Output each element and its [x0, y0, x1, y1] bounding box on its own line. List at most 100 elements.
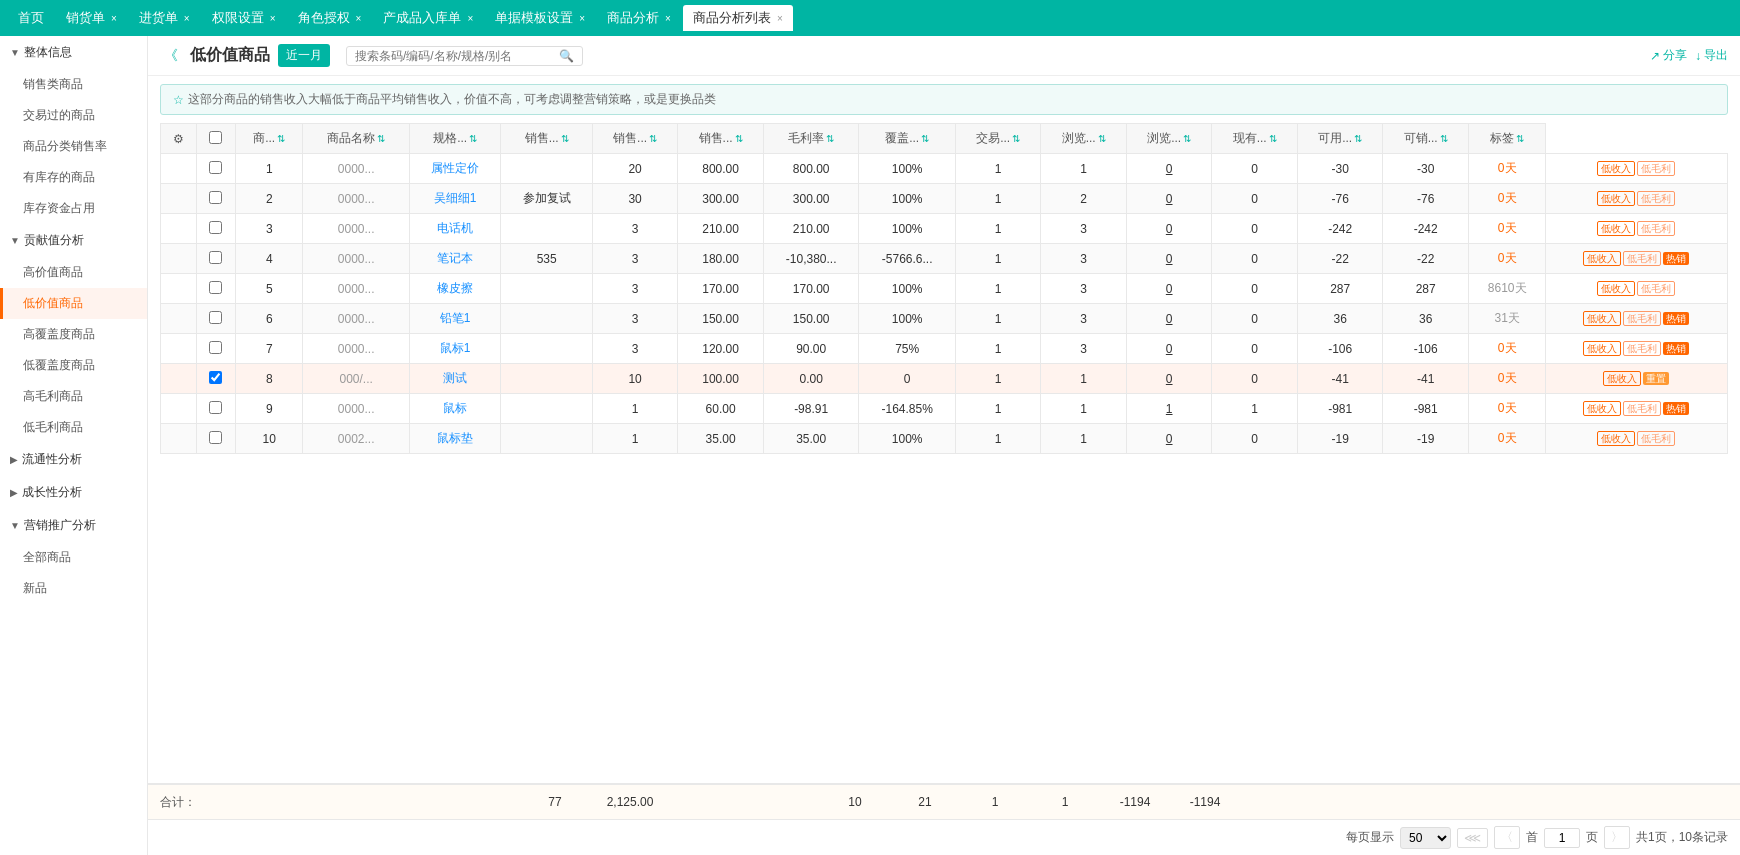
- col-tags[interactable]: 标签⇅: [1468, 124, 1546, 154]
- row-name[interactable]: 橡皮擦: [409, 274, 500, 304]
- sidebar-item-low-coverage[interactable]: 低覆盖度商品: [0, 350, 147, 381]
- checkbox-cell[interactable]: [196, 304, 235, 334]
- checkbox-cell[interactable]: [196, 214, 235, 244]
- sidebar-item-high-margin[interactable]: 高毛利商品: [0, 381, 147, 412]
- checkbox-cell[interactable]: [196, 244, 235, 274]
- sidebar-item-category-sales-rate[interactable]: 商品分类销售率: [0, 131, 147, 162]
- sidebar-item-stocked-products[interactable]: 有库存的商品: [0, 162, 147, 193]
- next-page-button[interactable]: 〉: [1604, 826, 1630, 849]
- sidebar-item-low-value[interactable]: 低价值商品: [0, 288, 147, 319]
- sidebar-item-inventory-capital[interactable]: 库存资金占用: [0, 193, 147, 224]
- per-page-select[interactable]: 50 100 200: [1400, 827, 1451, 849]
- row-view1[interactable]: 0: [1126, 244, 1212, 274]
- sidebar-item-high-coverage[interactable]: 高覆盖度商品: [0, 319, 147, 350]
- sidebar-group-overall[interactable]: ▼ 整体信息: [0, 36, 147, 69]
- col-saleable[interactable]: 可销...⇅: [1383, 124, 1469, 154]
- row-view1[interactable]: 0: [1126, 154, 1212, 184]
- checkbox-cell[interactable]: [196, 364, 235, 394]
- row-view1[interactable]: 1: [1126, 394, 1212, 424]
- row-checkbox[interactable]: [209, 161, 222, 174]
- col-available[interactable]: 可用...⇅: [1297, 124, 1383, 154]
- row-name[interactable]: 鼠标垫: [409, 424, 500, 454]
- row-checkbox[interactable]: [209, 281, 222, 294]
- view-count-link[interactable]: 0: [1166, 162, 1173, 176]
- first-page-button[interactable]: ⋘: [1457, 828, 1488, 848]
- view-count-link[interactable]: 0: [1166, 252, 1173, 266]
- row-checkbox[interactable]: [209, 341, 222, 354]
- close-icon[interactable]: ×: [270, 13, 276, 24]
- nav-role-auth[interactable]: 角色授权 ×: [288, 5, 372, 31]
- view-count-link[interactable]: 0: [1166, 312, 1173, 326]
- sidebar-item-high-value[interactable]: 高价值商品: [0, 257, 147, 288]
- close-icon[interactable]: ×: [184, 13, 190, 24]
- col-sales-amount[interactable]: 销售...⇅: [678, 124, 764, 154]
- row-name[interactable]: 鼠标1: [409, 334, 500, 364]
- row-name[interactable]: 测试: [409, 364, 500, 394]
- sidebar-group-marketing[interactable]: ▼ 营销推广分析: [0, 509, 147, 542]
- checkbox-cell[interactable]: [196, 274, 235, 304]
- export-button[interactable]: ↓ 导出: [1695, 47, 1728, 64]
- row-view1[interactable]: 0: [1126, 334, 1212, 364]
- checkbox-cell[interactable]: [196, 154, 235, 184]
- sidebar-item-low-margin[interactable]: 低毛利商品: [0, 412, 147, 443]
- col-view1[interactable]: 浏览...⇅: [1041, 124, 1127, 154]
- row-view1[interactable]: 0: [1126, 304, 1212, 334]
- row-checkbox[interactable]: [209, 371, 222, 384]
- row-name[interactable]: 铅笔1: [409, 304, 500, 334]
- close-icon[interactable]: ×: [356, 13, 362, 24]
- nav-product-analysis-list[interactable]: 商品分析列表 ×: [683, 5, 793, 31]
- sidebar-item-sales-products[interactable]: 销售类商品: [0, 69, 147, 100]
- nav-product-analysis[interactable]: 商品分析 ×: [597, 5, 681, 31]
- view-count-link[interactable]: 0: [1166, 222, 1173, 236]
- row-view1[interactable]: 0: [1126, 214, 1212, 244]
- sidebar-item-all-products[interactable]: 全部商品: [0, 542, 147, 573]
- page-number-input[interactable]: [1544, 828, 1580, 848]
- col-code[interactable]: 商...⇅: [235, 124, 303, 154]
- sidebar-group-circulation[interactable]: ▶ 流通性分析: [0, 443, 147, 476]
- sidebar-item-traded-products[interactable]: 交易过的商品: [0, 100, 147, 131]
- row-name[interactable]: 吴细细1: [409, 184, 500, 214]
- checkbox-cell[interactable]: [196, 424, 235, 454]
- nav-home[interactable]: 首页: [8, 5, 54, 31]
- col-coverage[interactable]: 覆盖...⇅: [859, 124, 956, 154]
- col-gear[interactable]: ⚙: [161, 124, 197, 154]
- view-count-link[interactable]: 0: [1166, 342, 1173, 356]
- checkbox-cell[interactable]: [196, 394, 235, 424]
- sidebar-item-new-products[interactable]: 新品: [0, 573, 147, 604]
- nav-permissions[interactable]: 权限设置 ×: [202, 5, 286, 31]
- row-view1[interactable]: 0: [1126, 364, 1212, 394]
- row-name[interactable]: 电话机: [409, 214, 500, 244]
- collapse-sidebar-button[interactable]: 《: [160, 45, 182, 67]
- col-gross-margin[interactable]: 毛利率⇅: [763, 124, 859, 154]
- view-count-link[interactable]: 0: [1166, 372, 1173, 386]
- row-checkbox[interactable]: [209, 401, 222, 414]
- row-name[interactable]: 属性定价: [409, 154, 500, 184]
- view-count-link[interactable]: 0: [1166, 432, 1173, 446]
- close-icon[interactable]: ×: [579, 13, 585, 24]
- nav-product-inbound[interactable]: 产成品入库单 ×: [373, 5, 483, 31]
- col-checkbox[interactable]: [196, 124, 235, 154]
- col-view2[interactable]: 浏览...⇅: [1126, 124, 1212, 154]
- row-view1[interactable]: 0: [1126, 424, 1212, 454]
- nav-purchase-order[interactable]: 进货单 ×: [129, 5, 200, 31]
- view-count-link[interactable]: 1: [1166, 402, 1173, 416]
- time-filter-button[interactable]: 近一月: [278, 44, 330, 67]
- select-all-checkbox[interactable]: [209, 131, 222, 144]
- close-icon[interactable]: ×: [665, 13, 671, 24]
- row-checkbox[interactable]: [209, 191, 222, 204]
- share-button[interactable]: ↗ 分享: [1650, 47, 1687, 64]
- row-checkbox[interactable]: [209, 251, 222, 264]
- close-icon[interactable]: ×: [111, 13, 117, 24]
- col-name[interactable]: 商品名称⇅: [303, 124, 409, 154]
- row-checkbox[interactable]: [209, 431, 222, 444]
- search-icon[interactable]: 🔍: [559, 49, 574, 63]
- checkbox-cell[interactable]: [196, 334, 235, 364]
- row-name[interactable]: 笔记本: [409, 244, 500, 274]
- col-sales-price[interactable]: 销售...⇅: [592, 124, 678, 154]
- nav-template-settings[interactable]: 单据模板设置 ×: [485, 5, 595, 31]
- sidebar-group-contribution[interactable]: ▼ 贡献值分析: [0, 224, 147, 257]
- checkbox-cell[interactable]: [196, 184, 235, 214]
- row-checkbox[interactable]: [209, 311, 222, 324]
- search-input[interactable]: [355, 49, 555, 63]
- view-count-link[interactable]: 0: [1166, 192, 1173, 206]
